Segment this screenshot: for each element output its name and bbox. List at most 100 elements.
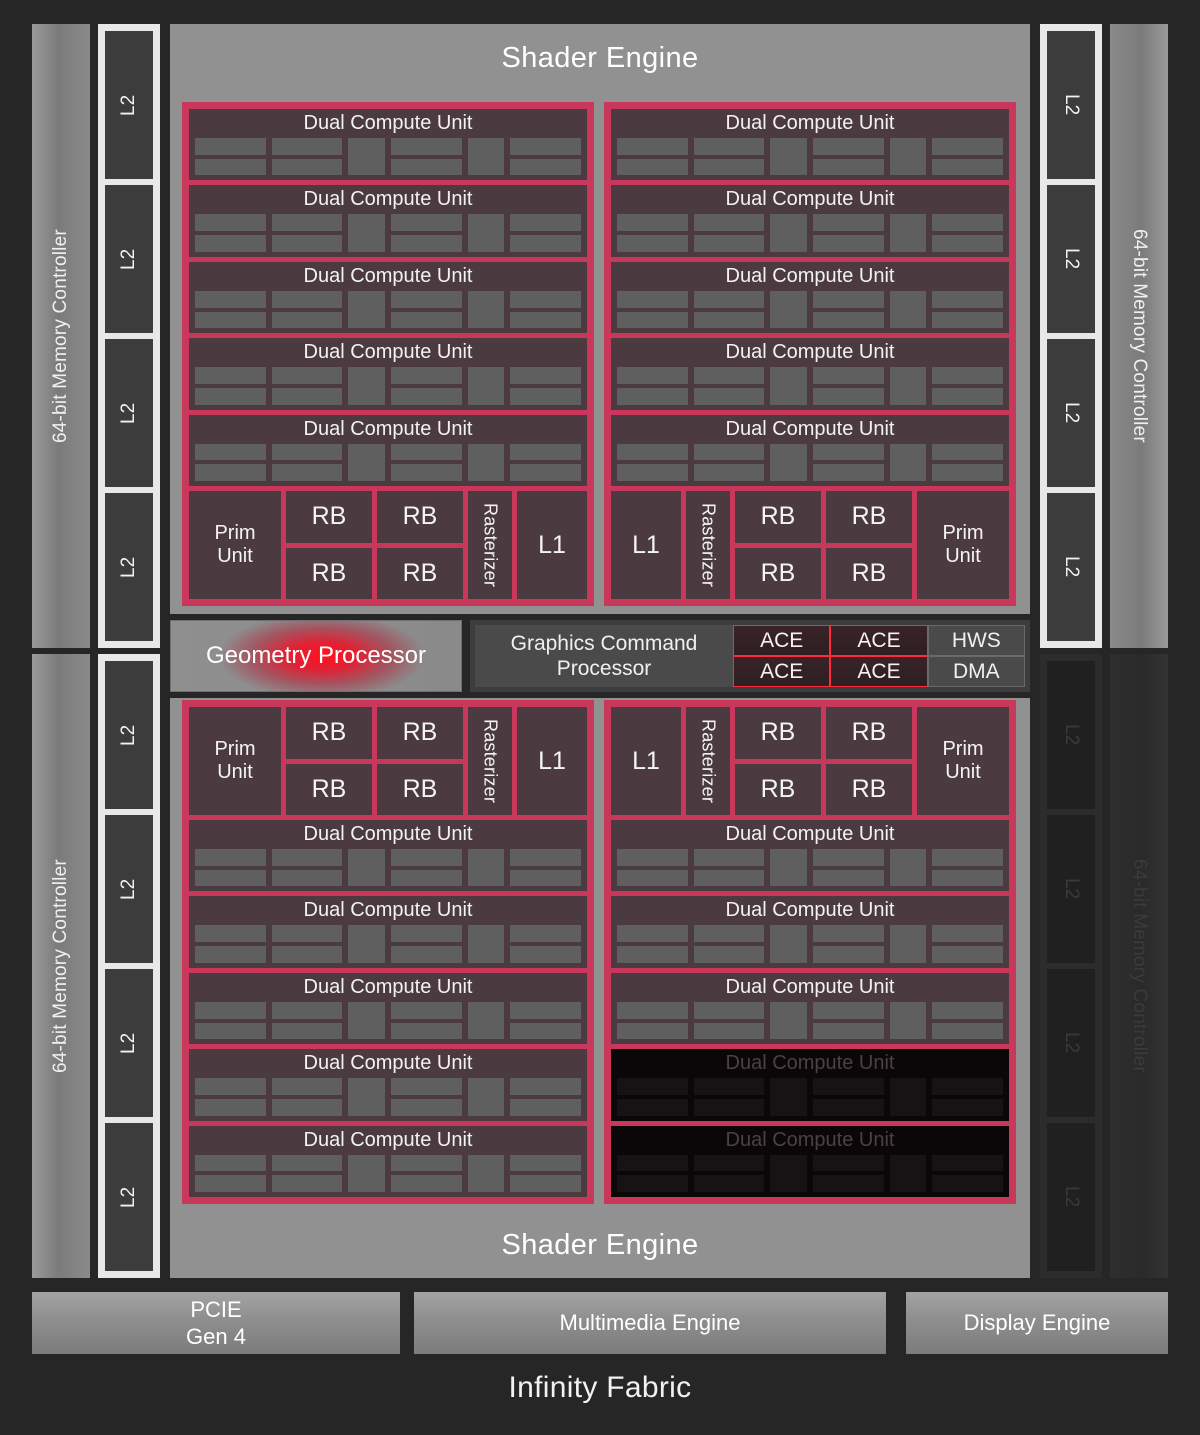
dcu-lane: [617, 443, 688, 482]
rasterizer[interactable]: Rasterizer: [468, 491, 512, 600]
render-backend[interactable]: RB: [735, 491, 821, 543]
dcu-lane: [510, 925, 582, 963]
l2-slice[interactable]: L2: [1047, 815, 1095, 963]
l2-slice[interactable]: L2: [105, 339, 153, 487]
dual-compute-unit[interactable]: Dual Compute Unit: [611, 109, 1009, 181]
render-backend[interactable]: RB: [377, 547, 463, 600]
dcu-lane: [195, 1154, 266, 1193]
dcu-lane: [889, 214, 927, 252]
render-backend[interactable]: RB: [377, 707, 463, 759]
dcu-lane: [510, 1154, 582, 1193]
l1-cache[interactable]: L1: [611, 491, 681, 600]
dual-compute-unit[interactable]: Dual Compute Unit: [611, 896, 1009, 968]
render-backend[interactable]: RB: [735, 547, 821, 600]
dual-compute-unit[interactable]: Dual Compute Unit: [189, 1125, 587, 1198]
graphics-command-processor[interactable]: Graphics Command Processor: [475, 625, 733, 687]
dual-compute-unit-label: Dual Compute Unit: [725, 823, 895, 845]
ace-queue[interactable]: ACE: [733, 625, 831, 656]
render-backend[interactable]: RB: [286, 763, 372, 815]
dual-compute-unit-label: Dual Compute Unit: [725, 264, 895, 287]
dual-compute-unit[interactable]: Dual Compute Unit: [189, 1049, 587, 1121]
l2-slice[interactable]: L2: [1047, 339, 1095, 487]
pcie-block[interactable]: PCIE Gen 4: [32, 1292, 400, 1354]
l2-slice[interactable]: L2: [105, 815, 153, 963]
dual-compute-unit[interactable]: Dual Compute Unit: [611, 338, 1009, 410]
l2-rail-right-top: L2 L2 L2 L2: [1040, 24, 1102, 648]
dcu-lanes: [195, 921, 582, 963]
dcu-lanes: [617, 1074, 1004, 1116]
rasterizer[interactable]: Rasterizer: [686, 491, 730, 600]
l2-slice[interactable]: L2: [105, 661, 153, 809]
dual-compute-unit-label: Dual Compute Unit: [303, 1128, 473, 1151]
l1-cache[interactable]: L1: [517, 491, 587, 600]
prim-unit[interactable]: Prim Unit: [189, 707, 281, 815]
l2-slice[interactable]: L2: [1047, 31, 1095, 179]
dcu-lane: [348, 1154, 386, 1193]
dma-queue[interactable]: DMA: [927, 656, 1025, 687]
render-backend[interactable]: RB: [286, 547, 372, 600]
render-backend[interactable]: RB: [826, 547, 912, 600]
dual-compute-unit[interactable]: Dual Compute Unit: [189, 185, 587, 257]
display-engine-block[interactable]: Display Engine: [906, 1292, 1168, 1354]
l2-slice[interactable]: L2: [1047, 493, 1095, 641]
ace-queue[interactable]: ACE: [733, 656, 831, 687]
dcu-lane: [391, 367, 462, 405]
dcu-lane: [195, 925, 266, 963]
dcu-lane: [467, 367, 505, 405]
dual-compute-unit[interactable]: Dual Compute Unit: [189, 338, 587, 410]
ace-queue[interactable]: ACE: [830, 625, 928, 656]
hws-queue[interactable]: HWS: [927, 625, 1025, 656]
dcu-lane: [467, 443, 505, 482]
l2-slice[interactable]: L2: [1047, 969, 1095, 1117]
dcu-lane: [391, 443, 462, 482]
dual-compute-unit[interactable]: Dual Compute Unit: [189, 261, 587, 334]
l1-cache[interactable]: L1: [517, 707, 587, 815]
dual-compute-unit[interactable]: Dual Compute Unit: [189, 896, 587, 968]
l2-slice[interactable]: L2: [1047, 661, 1095, 809]
geometry-processor[interactable]: Geometry Processor: [170, 620, 462, 692]
dcu-lane: [813, 1154, 884, 1193]
render-backend[interactable]: RB: [377, 491, 463, 543]
prim-unit[interactable]: Prim Unit: [189, 491, 281, 600]
prim-unit[interactable]: Prim Unit: [917, 491, 1009, 600]
l1-cache[interactable]: L1: [611, 707, 681, 815]
render-backend[interactable]: RB: [286, 707, 372, 759]
l2-slice[interactable]: L2: [1047, 1123, 1095, 1271]
l2-slice[interactable]: L2: [105, 1123, 153, 1271]
gcp-label-line2: Processor: [556, 657, 652, 680]
dual-compute-unit[interactable]: Dual Compute Unit: [611, 972, 1009, 1045]
dcu-lane: [510, 443, 582, 482]
dual-compute-unit[interactable]: Dual Compute Unit: [189, 820, 587, 892]
memory-controller-label: 64-bit Memory Controller: [50, 859, 71, 1073]
render-backend[interactable]: RB: [735, 763, 821, 815]
render-backend[interactable]: RB: [826, 763, 912, 815]
dcu-lanes: [617, 921, 1004, 963]
dual-compute-unit-disabled[interactable]: Dual Compute Unit: [611, 1049, 1009, 1121]
render-backend[interactable]: RB: [286, 491, 372, 543]
dual-compute-unit[interactable]: Dual Compute Unit: [611, 414, 1009, 487]
dual-compute-unit-disabled[interactable]: Dual Compute Unit: [611, 1125, 1009, 1198]
l2-slice[interactable]: L2: [105, 969, 153, 1117]
dual-compute-unit[interactable]: Dual Compute Unit: [189, 109, 587, 181]
rasterizer[interactable]: Rasterizer: [686, 707, 730, 815]
dual-compute-unit[interactable]: Dual Compute Unit: [189, 414, 587, 487]
dual-compute-unit[interactable]: Dual Compute Unit: [611, 820, 1009, 892]
prim-unit[interactable]: Prim Unit: [917, 707, 1009, 815]
dcu-lane: [693, 138, 765, 176]
l2-slice[interactable]: L2: [105, 185, 153, 333]
ace-queue[interactable]: ACE: [830, 656, 928, 687]
dcu-lane: [813, 367, 884, 405]
l2-slice[interactable]: L2: [105, 31, 153, 179]
l2-slice[interactable]: L2: [1047, 185, 1095, 333]
dual-compute-unit[interactable]: Dual Compute Unit: [611, 261, 1009, 334]
render-backend[interactable]: RB: [826, 707, 912, 759]
l2-slice[interactable]: L2: [105, 493, 153, 641]
multimedia-engine-block[interactable]: Multimedia Engine: [414, 1292, 886, 1354]
rasterizer[interactable]: Rasterizer: [468, 707, 512, 815]
render-backend[interactable]: RB: [377, 763, 463, 815]
render-backend[interactable]: RB: [735, 707, 821, 759]
render-backend[interactable]: RB: [826, 491, 912, 543]
dual-compute-unit[interactable]: Dual Compute Unit: [189, 972, 587, 1045]
dcu-lane: [391, 1001, 462, 1040]
dual-compute-unit[interactable]: Dual Compute Unit: [611, 185, 1009, 257]
